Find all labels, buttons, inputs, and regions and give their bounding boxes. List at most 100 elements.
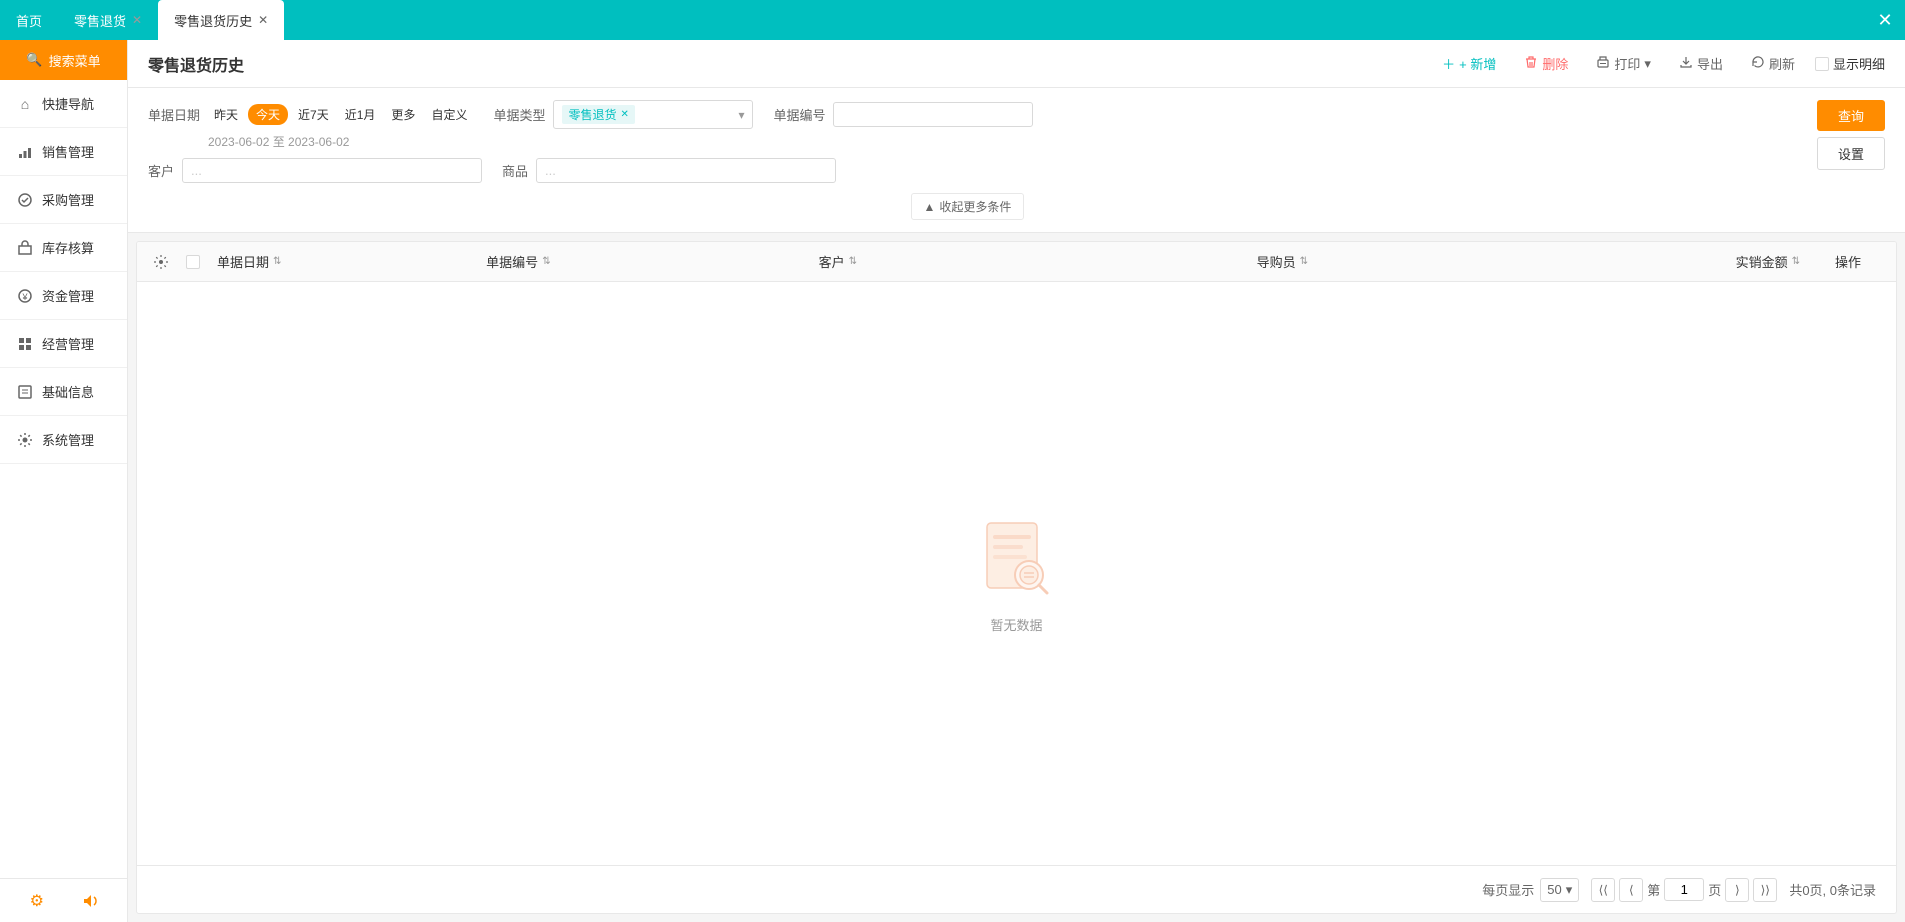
page-size-dropdown[interactable]: 50 ▾ bbox=[1540, 878, 1579, 902]
doc-type-tag-close[interactable]: ✕ bbox=[620, 109, 628, 120]
refresh-icon bbox=[1751, 55, 1765, 72]
table-area: 单据日期 ⇅ 单据编号 ⇅ 客户 ⇅ 导购员 ⇅ 实销金额 ⇅ bbox=[136, 241, 1897, 914]
delete-button[interactable]: 删除 bbox=[1516, 50, 1576, 77]
th-amount[interactable]: 实销金额 ⇅ bbox=[1581, 252, 1808, 271]
delete-icon bbox=[1524, 55, 1538, 72]
sidebar-item-quicknav-label: 快捷导航 bbox=[42, 94, 94, 113]
topbar: 首页 零售退货 ✕ 零售退货历史 ✕ ✕ bbox=[0, 0, 1905, 40]
page-number-input[interactable] bbox=[1664, 878, 1704, 901]
page-title: 零售退货历史 bbox=[148, 52, 244, 76]
filter-doc-number: 单据编号 bbox=[773, 102, 1033, 127]
th-customer-label: 客户 bbox=[819, 252, 845, 271]
sidebar-item-operations-label: 经营管理 bbox=[42, 334, 94, 353]
new-label: + 新增 bbox=[1459, 54, 1496, 73]
sidebar-item-inventory[interactable]: 库存核算 bbox=[0, 224, 127, 272]
doc-type-tag-text: 零售退货 bbox=[568, 106, 616, 123]
print-dropdown-icon: ▾ bbox=[1644, 56, 1651, 72]
page-actions: ＋ + 新增 删除 打印 ▾ bbox=[1434, 50, 1885, 77]
date-today[interactable]: 今天 bbox=[248, 104, 288, 125]
page-size-select: 每页显示 50 ▾ bbox=[1482, 878, 1579, 902]
th-customer-sort: ⇅ bbox=[849, 256, 857, 267]
date-custom[interactable]: 自定义 bbox=[425, 104, 473, 125]
doc-type-select[interactable]: 零售退货 ✕ ▾ bbox=[553, 100, 753, 129]
sidebar-item-finance[interactable]: ¥ 资金管理 bbox=[0, 272, 127, 320]
sidebar-item-system[interactable]: 系统管理 bbox=[0, 416, 127, 464]
goods-placeholder: ... bbox=[545, 163, 556, 178]
date-yesterday[interactable]: 昨天 bbox=[208, 104, 244, 125]
th-guide[interactable]: 导购员 ⇅ bbox=[1249, 252, 1581, 271]
collapse-button[interactable]: ▲ 收起更多条件 bbox=[911, 193, 1025, 220]
topbar-close-button[interactable]: ✕ bbox=[1865, 0, 1905, 40]
pagination: 每页显示 50 ▾ ⟨⟨ ⟨ 第 页 ⟩ ⟩⟩ 共0页, 0条记录 bbox=[137, 865, 1896, 913]
page-number-label: 第 bbox=[1647, 880, 1660, 899]
home-icon: ⌂ bbox=[16, 95, 34, 113]
doc-number-input[interactable] bbox=[833, 102, 1033, 127]
page-unit-label: 页 bbox=[1708, 880, 1721, 899]
th-customer[interactable]: 客户 ⇅ bbox=[811, 252, 1249, 271]
date-1month[interactable]: 近1月 bbox=[339, 104, 382, 125]
filter-row-1: 单据日期 昨天 今天 近7天 近1月 更多 自定义 bbox=[148, 100, 1787, 129]
collapse-icon: ▲ bbox=[924, 200, 936, 214]
sidebar-settings-button[interactable]: ⚙ bbox=[21, 885, 53, 917]
th-number[interactable]: 单据编号 ⇅ bbox=[478, 252, 810, 271]
tab-home[interactable]: 首页 bbox=[0, 0, 58, 40]
sidebar-audio-button[interactable] bbox=[74, 885, 106, 917]
sidebar-search-label: 搜索菜单 bbox=[49, 51, 101, 70]
delete-label: 删除 bbox=[1542, 54, 1568, 73]
purchase-icon bbox=[16, 191, 34, 209]
show-detail-check-box[interactable] bbox=[1815, 57, 1829, 71]
page-total-info: 共0页, 0条记录 bbox=[1789, 880, 1876, 899]
page-navigation: ⟨⟨ ⟨ 第 页 ⟩ ⟩⟩ bbox=[1591, 878, 1777, 902]
th-date-label: 单据日期 bbox=[217, 252, 269, 271]
sidebar-menu: ⌂ 快捷导航 销售管理 采购管理 库存核算 bbox=[0, 80, 127, 878]
sidebar-footer: ⚙ bbox=[0, 878, 127, 922]
topbar-tabs: 首页 零售退货 ✕ 零售退货历史 ✕ bbox=[0, 0, 1865, 40]
sidebar-item-quicknav[interactable]: ⌂ 快捷导航 bbox=[0, 80, 127, 128]
finance-icon: ¥ bbox=[16, 287, 34, 305]
th-amount-sort: ⇅ bbox=[1792, 256, 1800, 267]
sidebar-search[interactable]: 🔍 搜索菜单 bbox=[0, 40, 127, 80]
empty-text: 暂无数据 bbox=[990, 615, 1042, 634]
date-more[interactable]: 更多 bbox=[385, 104, 421, 125]
date-7days[interactable]: 近7天 bbox=[292, 104, 335, 125]
export-label: 导出 bbox=[1697, 54, 1723, 73]
column-settings-button[interactable] bbox=[145, 254, 177, 270]
tab-retail-return-history-close[interactable]: ✕ bbox=[258, 13, 268, 27]
basics-icon bbox=[16, 383, 34, 401]
collapse-label: 收起更多条件 bbox=[939, 198, 1011, 215]
page-next-button[interactable]: ⟩ bbox=[1725, 878, 1749, 902]
sidebar-item-purchase[interactable]: 采购管理 bbox=[0, 176, 127, 224]
refresh-button[interactable]: 刷新 bbox=[1743, 50, 1803, 77]
sidebar-item-finance-label: 资金管理 bbox=[42, 286, 94, 305]
search-icon: 🔍 bbox=[26, 52, 42, 68]
page-first-button[interactable]: ⟨⟨ bbox=[1591, 878, 1615, 902]
sidebar-item-basics-label: 基础信息 bbox=[42, 382, 94, 401]
goods-select[interactable]: ... bbox=[536, 158, 836, 183]
export-button[interactable]: 导出 bbox=[1671, 50, 1731, 77]
sidebar-item-basics[interactable]: 基础信息 bbox=[0, 368, 127, 416]
filter-date: 单据日期 昨天 今天 近7天 近1月 更多 自定义 bbox=[148, 104, 473, 125]
new-icon: ＋ bbox=[1442, 54, 1455, 73]
print-button[interactable]: 打印 ▾ bbox=[1588, 50, 1659, 77]
th-amount-label: 实销金额 bbox=[1736, 252, 1788, 271]
export-icon bbox=[1679, 55, 1693, 72]
new-button[interactable]: ＋ + 新增 bbox=[1434, 50, 1504, 77]
select-all-checkbox[interactable] bbox=[177, 255, 209, 269]
th-guide-sort: ⇅ bbox=[1300, 256, 1308, 267]
show-detail-checkbox[interactable]: 显示明细 bbox=[1815, 54, 1885, 73]
th-date[interactable]: 单据日期 ⇅ bbox=[209, 252, 478, 271]
print-label: 打印 bbox=[1614, 54, 1640, 73]
tab-retail-return[interactable]: 零售退货 ✕ bbox=[58, 0, 158, 40]
query-button[interactable]: 查询 bbox=[1817, 100, 1885, 131]
set-button[interactable]: 设置 bbox=[1817, 137, 1885, 170]
customer-select[interactable]: ... bbox=[182, 158, 482, 183]
page-prev-button[interactable]: ⟨ bbox=[1619, 878, 1643, 902]
page-last-button[interactable]: ⟩⟩ bbox=[1753, 878, 1777, 902]
sidebar-item-operations[interactable]: 经营管理 bbox=[0, 320, 127, 368]
collapse-row: ▲ 收起更多条件 bbox=[148, 193, 1787, 220]
tab-home-label: 首页 bbox=[16, 11, 42, 30]
tab-retail-return-history[interactable]: 零售退货历史 ✕ bbox=[158, 0, 284, 40]
sidebar-item-sales[interactable]: 销售管理 bbox=[0, 128, 127, 176]
tab-retail-return-close[interactable]: ✕ bbox=[132, 13, 142, 27]
page-size-dropdown-icon: ▾ bbox=[1566, 882, 1573, 898]
